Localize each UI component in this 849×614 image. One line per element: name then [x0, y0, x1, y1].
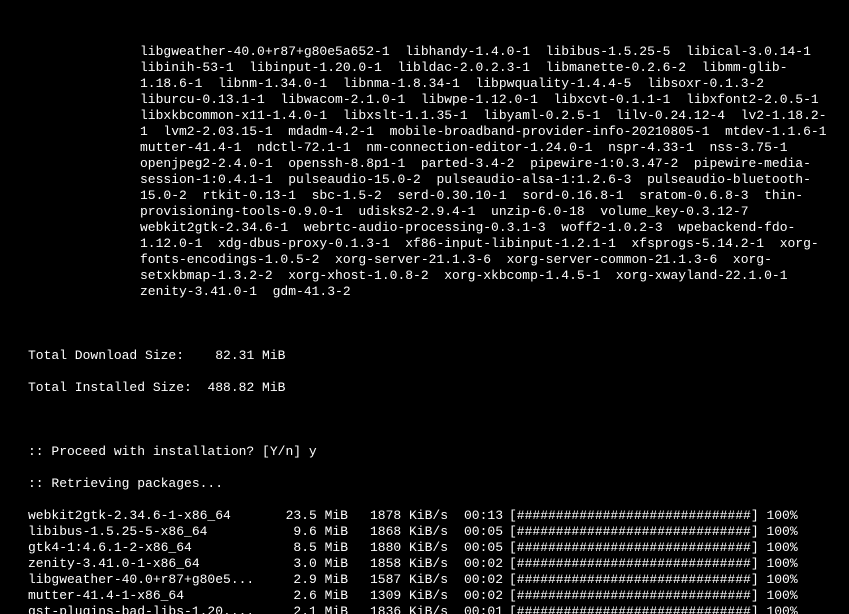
download-row: zenity-3.41.0-1-x86_643.0 MiB1858 KiB/s …: [28, 556, 829, 572]
download-row: webkit2gtk-2.34.6-1-x86_6423.5 MiB1878 K…: [28, 508, 829, 524]
download-row: mutter-41.4-1-x86_642.6 MiB1309 KiB/s 00…: [28, 588, 829, 604]
pkg-name: zenity-3.41.0-1-x86_64: [28, 556, 258, 572]
download-row: libgweather-40.0+r87+g80e5...2.9 MiB1587…: [28, 572, 829, 588]
progress-bar: [##############################] 100%: [503, 508, 798, 524]
pkg-name: libibus-1.5.25-5-x86_64: [28, 524, 258, 540]
pkg-time: 00:05: [448, 540, 503, 556]
download-row: gst-plugins-bad-libs-1.20....2.1 MiB1836…: [28, 604, 829, 614]
terminal-output: libgweather-40.0+r87+g80e5a652-1 libhand…: [0, 0, 849, 614]
progress-bar: [##############################] 100%: [503, 540, 798, 556]
proceed-prompt[interactable]: :: Proceed with installation? [Y/n] y: [28, 444, 829, 460]
pkg-size: 23.5 MiB: [258, 508, 348, 524]
progress-bar: [##############################] 100%: [503, 556, 798, 572]
download-row: gtk4-1:4.6.1-2-x86_648.5 MiB1880 KiB/s 0…: [28, 540, 829, 556]
pkg-time: 00:13: [448, 508, 503, 524]
progress-bar: [##############################] 100%: [503, 572, 798, 588]
pkg-size: 2.6 MiB: [258, 588, 348, 604]
pkg-time: 00:05: [448, 524, 503, 540]
pkg-name: libgweather-40.0+r87+g80e5...: [28, 572, 258, 588]
pkg-speed: 1858 KiB/s: [348, 556, 448, 572]
progress-bar: [##############################] 100%: [503, 588, 798, 604]
download-list: webkit2gtk-2.34.6-1-x86_6423.5 MiB1878 K…: [28, 508, 829, 614]
pkg-name: gtk4-1:4.6.1-2-x86_64: [28, 540, 258, 556]
pkg-time: 00:02: [448, 572, 503, 588]
progress-bar: [##############################] 100%: [503, 604, 798, 614]
pkg-speed: 1587 KiB/s: [348, 572, 448, 588]
pkg-size: 8.5 MiB: [258, 540, 348, 556]
pkg-name: webkit2gtk-2.34.6-1-x86_64: [28, 508, 258, 524]
pkg-time: 00:02: [448, 588, 503, 604]
pkg-size: 9.6 MiB: [258, 524, 348, 540]
pkg-name: mutter-41.4-1-x86_64: [28, 588, 258, 604]
pkg-time: 00:01: [448, 604, 503, 614]
pkg-size: 2.9 MiB: [258, 572, 348, 588]
pkg-size: 3.0 MiB: [258, 556, 348, 572]
pkg-speed: 1868 KiB/s: [348, 524, 448, 540]
pkg-speed: 1309 KiB/s: [348, 588, 448, 604]
package-list: libgweather-40.0+r87+g80e5a652-1 libhand…: [28, 44, 829, 300]
progress-bar: [##############################] 100%: [503, 524, 798, 540]
download-row: libibus-1.5.25-5-x86_649.6 MiB1868 KiB/s…: [28, 524, 829, 540]
pkg-name: gst-plugins-bad-libs-1.20....: [28, 604, 258, 614]
pkg-speed: 1836 KiB/s: [348, 604, 448, 614]
pkg-speed: 1880 KiB/s: [348, 540, 448, 556]
pkg-time: 00:02: [448, 556, 503, 572]
pkg-speed: 1878 KiB/s: [348, 508, 448, 524]
blank-line: [28, 412, 829, 428]
total-download: Total Download Size: 82.31 MiB: [28, 348, 829, 364]
total-installed: Total Installed Size: 488.82 MiB: [28, 380, 829, 396]
retrieving-line: :: Retrieving packages...: [28, 476, 829, 492]
pkg-size: 2.1 MiB: [258, 604, 348, 614]
blank-line: [28, 316, 829, 332]
